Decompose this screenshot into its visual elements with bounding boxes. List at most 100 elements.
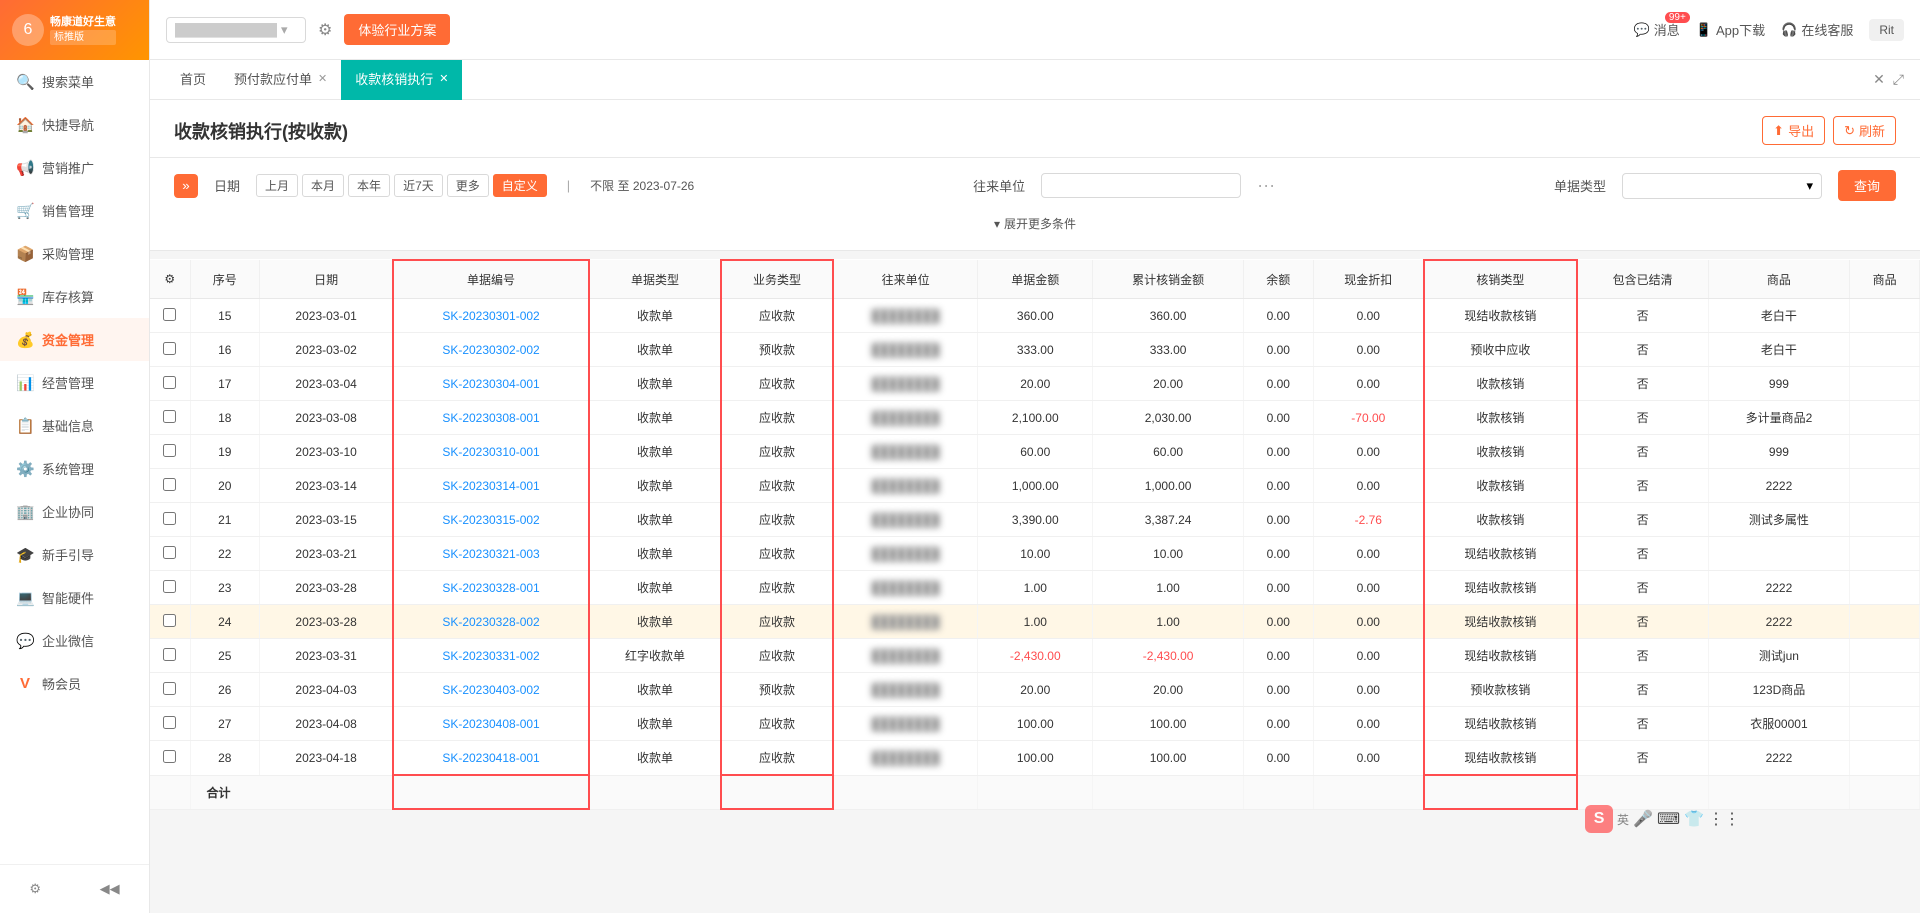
sidebar-label-quicknav: 快捷导航 — [42, 115, 94, 134]
cell-checkbox[interactable] — [150, 707, 190, 741]
sidebar-item-sales[interactable]: 🛒 销售管理 — [0, 189, 149, 232]
bill-no-link[interactable]: SK-20230302-002 — [442, 343, 539, 357]
maximize-btn[interactable]: ⤢ — [1893, 71, 1904, 88]
cell-biz-type: 应收款 — [721, 401, 833, 435]
message-btn[interactable]: 💬 消息 99+ — [1634, 20, 1680, 39]
sidebar-item-enterprise[interactable]: 🏢 企业协同 — [0, 490, 149, 533]
cell-goods2 — [1850, 333, 1920, 367]
sidebar-item-quicknav[interactable]: 🏠 快捷导航 — [0, 103, 149, 146]
bill-no-link[interactable]: SK-20230328-001 — [442, 581, 539, 595]
filter-last-month-btn[interactable]: 上月 — [256, 174, 298, 197]
cell-checkbox[interactable] — [150, 367, 190, 401]
logo-icon: 6 — [12, 14, 44, 46]
table-row: 22 2023-03-21 SK-20230321-003 收款单 应收款 ██… — [150, 537, 1920, 571]
expand-more-btn[interactable]: ▾ 展开更多条件 — [988, 209, 1082, 238]
footer-biz-type — [721, 775, 833, 809]
cell-cash-discount: 0.00 — [1313, 639, 1424, 673]
cell-no: 25 — [190, 639, 260, 673]
query-button[interactable]: 查询 — [1838, 170, 1896, 201]
refresh-button[interactable]: ↻ 刷新 — [1833, 116, 1896, 145]
bill-no-link[interactable]: SK-20230408-001 — [442, 717, 539, 731]
cell-counterparty: ████████ — [833, 435, 978, 469]
bill-no-link[interactable]: SK-20230331-002 — [442, 649, 539, 663]
sidebar-logo: 6 畅康道好生意 标推版 — [0, 0, 149, 60]
cell-checkbox[interactable] — [150, 605, 190, 639]
export-button[interactable]: ⬆ 导出 — [1762, 116, 1825, 145]
cell-total-write-off: 20.00 — [1093, 673, 1244, 707]
cell-bill-type: 红字收款单 — [589, 639, 721, 673]
cell-include-settled: 否 — [1577, 605, 1708, 639]
filter-7days-btn[interactable]: 近7天 — [394, 174, 443, 197]
sidebar-item-guide[interactable]: 🎓 新手引导 — [0, 533, 149, 576]
topbar-gear-btn[interactable]: ⚙ — [318, 20, 332, 40]
cell-bill-type: 收款单 — [589, 537, 721, 571]
cell-checkbox[interactable] — [150, 639, 190, 673]
filter-this-month-btn[interactable]: 本月 — [302, 174, 344, 197]
cell-counterparty: ████████ — [833, 401, 978, 435]
col-gear[interactable]: ⚙ — [150, 260, 190, 299]
tab-receipt-exec[interactable]: 收款核销执行 ✕ — [341, 60, 462, 100]
bill-no-link[interactable]: SK-20230315-002 — [442, 513, 539, 527]
bill-no-link[interactable]: SK-20230304-001 — [442, 377, 539, 391]
sidebar-item-inventory[interactable]: 🏪 库存核算 — [0, 275, 149, 318]
bill-no-link[interactable]: SK-20230328-002 — [442, 615, 539, 629]
sidebar-settings-btn[interactable]: ⚙ — [21, 873, 49, 905]
filter-more-btn[interactable]: 更多 — [447, 174, 489, 197]
tab-prepay-close[interactable]: ✕ — [318, 72, 327, 85]
sidebar-item-basic[interactable]: 📋 基础信息 — [0, 404, 149, 447]
bill-no-link[interactable]: SK-20230403-002 — [442, 683, 539, 697]
filter-this-year-btn[interactable]: 本年 — [348, 174, 390, 197]
bill-no-link[interactable]: SK-20230301-002 — [442, 309, 539, 323]
bill-no-link[interactable]: SK-20230418-001 — [442, 751, 539, 765]
cell-write-off-type: 现结收款核销 — [1424, 639, 1577, 673]
cell-checkbox[interactable] — [150, 299, 190, 333]
filter-counterparty-input[interactable] — [1041, 173, 1241, 198]
table-row: 17 2023-03-04 SK-20230304-001 收款单 应收款 ██… — [150, 367, 1920, 401]
solution-button[interactable]: 体验行业方案 — [344, 14, 450, 45]
tab-receipt-exec-close[interactable]: ✕ — [439, 72, 448, 85]
bill-no-link[interactable]: SK-20230321-003 — [442, 547, 539, 561]
cell-checkbox[interactable] — [150, 673, 190, 707]
bill-no-link[interactable]: SK-20230308-001 — [442, 411, 539, 425]
tab-home[interactable]: 首页 — [166, 60, 220, 100]
app-download-btn[interactable]: 📱 App下载 — [1696, 20, 1765, 39]
online-service-btn[interactable]: 🎧 在线客服 — [1781, 20, 1853, 39]
sidebar-item-wechat[interactable]: 💬 企业微信 — [0, 619, 149, 662]
cell-checkbox[interactable] — [150, 469, 190, 503]
col-counterparty: 往来单位 — [833, 260, 978, 299]
logo-number: 6 — [24, 21, 33, 39]
cell-checkbox[interactable] — [150, 537, 190, 571]
cell-balance: 0.00 — [1244, 469, 1314, 503]
cell-total-write-off: 1,000.00 — [1093, 469, 1244, 503]
cell-write-off-type: 预收中应收 — [1424, 333, 1577, 367]
filter-collapse-btn[interactable]: » — [174, 174, 198, 198]
bill-no-link[interactable]: SK-20230314-001 — [442, 479, 539, 493]
cell-no: 26 — [190, 673, 260, 707]
cell-goods2 — [1850, 401, 1920, 435]
filter-dots-btn[interactable]: ··· — [1257, 175, 1275, 196]
sidebar-collapse-btn[interactable]: ◀◀ — [92, 873, 128, 905]
cell-checkbox[interactable] — [150, 333, 190, 367]
sidebar-item-finance[interactable]: 💰 资金管理 — [0, 318, 149, 361]
sidebar-item-system[interactable]: ⚙️ 系统管理 — [0, 447, 149, 490]
cell-checkbox[interactable] — [150, 503, 190, 537]
sidebar-item-marketing[interactable]: 📢 营销推广 — [0, 146, 149, 189]
cell-checkbox[interactable] — [150, 741, 190, 776]
topbar-select[interactable]: ████████████ ▾ — [166, 17, 306, 43]
sidebar-item-purchase[interactable]: 📦 采购管理 — [0, 232, 149, 275]
cell-checkbox[interactable] — [150, 571, 190, 605]
cell-checkbox[interactable] — [150, 401, 190, 435]
close-window-btn[interactable]: ✕ — [1873, 71, 1885, 88]
sidebar-item-search[interactable]: 🔍 搜索菜单 — [0, 60, 149, 103]
sidebar-item-operations[interactable]: 📊 经营管理 — [0, 361, 149, 404]
sidebar-item-hardware[interactable]: 💻 智能硬件 — [0, 576, 149, 619]
member-icon: V — [16, 675, 34, 692]
cell-cash-discount: 0.00 — [1313, 435, 1424, 469]
tab-prepay[interactable]: 预付款应付单 ✕ — [220, 60, 341, 100]
sidebar-item-member[interactable]: V 畅会员 — [0, 662, 149, 705]
filter-receipt-type-select[interactable]: ▾ — [1622, 173, 1822, 199]
refresh-icon: ↻ — [1844, 123, 1855, 139]
cell-checkbox[interactable] — [150, 435, 190, 469]
bill-no-link[interactable]: SK-20230310-001 — [442, 445, 539, 459]
filter-custom-btn[interactable]: 自定义 — [493, 174, 547, 197]
